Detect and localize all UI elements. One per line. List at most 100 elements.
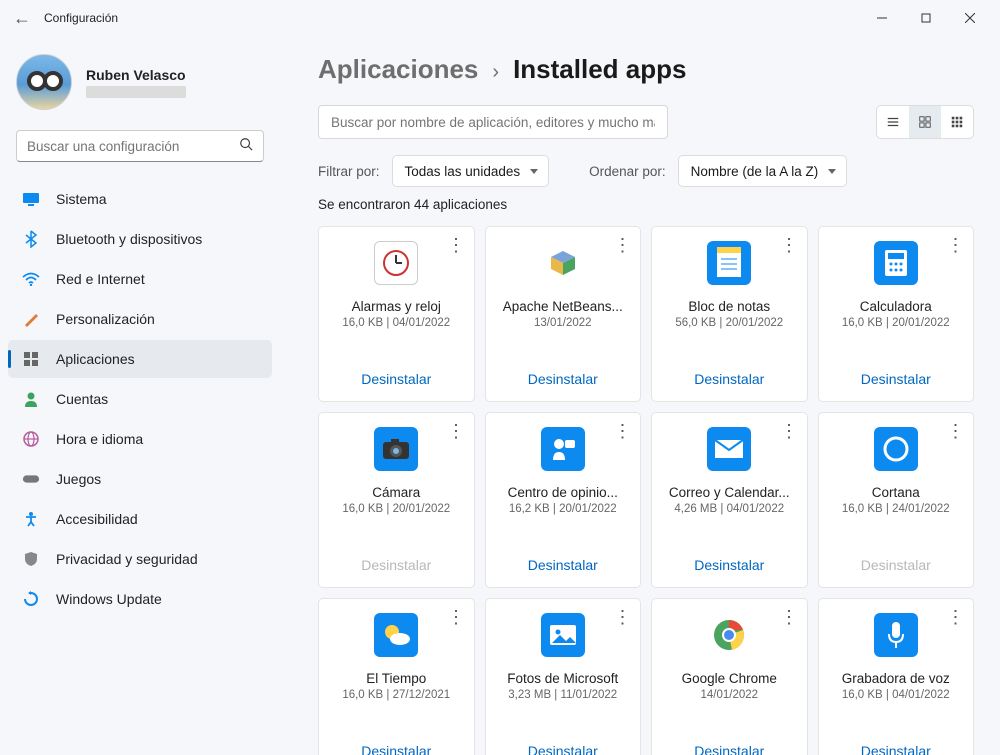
uninstall-button[interactable]: Desinstalar [361, 371, 431, 387]
app-name: El Tiempo [327, 671, 466, 686]
profile-name: Ruben Velasco [86, 67, 186, 83]
display-icon [22, 190, 40, 208]
sidebar-item-label: Hora e idioma [56, 431, 143, 447]
app-card[interactable]: ⋮ Cámara 16,0 KB | 20/01/2022 Desinstalar [318, 412, 475, 588]
wifi-icon [22, 270, 40, 288]
profile[interactable]: Ruben Velasco [8, 50, 272, 130]
more-options-button[interactable]: ⋮ [612, 421, 632, 442]
app-card[interactable]: ⋮Fotos de Microsoft3,23 MB | 11/01/2022D… [485, 598, 642, 755]
app-icon [374, 613, 418, 657]
more-options-button[interactable]: ⋮ [612, 235, 632, 256]
game-icon [22, 470, 40, 488]
uninstall-button: Desinstalar [361, 557, 431, 573]
more-options-button[interactable]: ⋮ [779, 607, 799, 628]
sidebar-item-brush[interactable]: Personalización [8, 300, 272, 338]
app-meta: 13/01/2022 [534, 317, 592, 329]
more-options-button[interactable]: ⋮ [779, 421, 799, 442]
breadcrumb-parent[interactable]: Aplicaciones [318, 54, 478, 85]
app-card[interactable]: ⋮Cortana16,0 KB | 24/01/2022Desinstalar [818, 412, 975, 588]
sidebar-item-label: Windows Update [56, 591, 162, 607]
app-search[interactable] [318, 105, 668, 139]
sidebar-item-game[interactable]: Juegos [8, 460, 272, 498]
view-grid-small-button[interactable] [941, 106, 973, 138]
breadcrumb: Aplicaciones › Installed apps [318, 54, 974, 85]
app-card[interactable]: ⋮ Alarmas y reloj 16,0 KB | 04/01/2022 Desi… [318, 226, 475, 402]
sidebar-item-label: Juegos [56, 471, 101, 487]
app-card[interactable]: ⋮El Tiempo16,0 KB | 27/12/2021Desinstala… [318, 598, 475, 755]
titlebar: ← Configuración [0, 0, 1000, 36]
sidebar-item-label: Cuentas [56, 391, 108, 407]
more-options-button[interactable]: ⋮ [446, 235, 466, 256]
view-grid-medium-button[interactable] [909, 106, 941, 138]
sidebar-item-shield[interactable]: Privacidad y seguridad [8, 540, 272, 578]
back-button[interactable]: ← [8, 4, 36, 32]
minimize-button[interactable] [860, 4, 904, 32]
uninstall-button[interactable]: Desinstalar [528, 371, 598, 387]
view-list-button[interactable] [877, 106, 909, 138]
toolbar [318, 105, 974, 139]
app-icon [707, 613, 751, 657]
sidebar-item-access[interactable]: Accesibilidad [8, 500, 272, 538]
app-icon [707, 241, 751, 285]
uninstall-button[interactable]: Desinstalar [861, 371, 931, 387]
more-options-button[interactable]: ⋮ [945, 421, 965, 442]
app-card[interactable]: ⋮ Apache NetBeans... 13/01/2022 Desinstalar [485, 226, 642, 402]
app-card[interactable]: ⋮Bloc de notas56,0 KB | 20/01/2022Desins… [651, 226, 808, 402]
app-icon [874, 427, 918, 471]
app-card[interactable]: ⋮Correo y Calendar...4,26 MB | 04/01/202… [651, 412, 808, 588]
app-meta: 16,0 KB | 20/01/2022 [342, 503, 450, 515]
more-options-button[interactable]: ⋮ [945, 607, 965, 628]
app-meta: 16,2 KB | 20/01/2022 [509, 503, 617, 515]
bluetooth-icon [22, 230, 40, 248]
sidebar-item-label: Personalización [56, 311, 155, 327]
page-title: Installed apps [513, 54, 686, 85]
app-card[interactable]: ⋮ Centro de opinio... 16,2 KB | 20/01/2022… [485, 412, 642, 588]
sidebar-item-wifi[interactable]: Red e Internet [8, 260, 272, 298]
more-options-button[interactable]: ⋮ [612, 607, 632, 628]
app-meta: 16,0 KB | 04/01/2022 [342, 317, 450, 329]
sort-by-select[interactable]: Nombre (de la A la Z) [678, 155, 848, 187]
uninstall-button: Desinstalar [861, 557, 931, 573]
filter-by-select[interactable]: Todas las unidades [392, 155, 550, 187]
maximize-button[interactable] [904, 4, 948, 32]
app-icon [541, 427, 585, 471]
app-name: Apache NetBeans... [494, 299, 633, 314]
more-options-button[interactable]: ⋮ [446, 421, 466, 442]
uninstall-button[interactable]: Desinstalar [694, 371, 764, 387]
more-options-button[interactable]: ⋮ [945, 235, 965, 256]
sidebar-item-bluetooth[interactable]: Bluetooth y dispositivos [8, 220, 272, 258]
app-name: Alarmas y reloj [327, 299, 466, 314]
close-button[interactable] [948, 4, 992, 32]
app-name: Centro de opinio... [494, 485, 633, 500]
settings-search-input[interactable] [27, 139, 239, 154]
app-name: Calculadora [827, 299, 966, 314]
app-card[interactable]: ⋮Grabadora de voz16,0 KB | 04/01/2022Des… [818, 598, 975, 755]
app-icon [707, 427, 751, 471]
sidebar-item-update[interactable]: Windows Update [8, 580, 272, 618]
app-name: Cámara [327, 485, 466, 500]
more-options-button[interactable]: ⋮ [779, 235, 799, 256]
sidebar-item-display[interactable]: Sistema [8, 180, 272, 218]
uninstall-button[interactable]: Desinstalar [694, 557, 764, 573]
app-meta: 16,0 KB | 20/01/2022 [842, 317, 950, 329]
app-icon [374, 427, 418, 471]
app-card[interactable]: ⋮Google Chrome14/01/2022Desinstalar [651, 598, 808, 755]
app-card[interactable]: ⋮ Calculadora 16,0 KB | 20/01/2022 Desinsta… [818, 226, 975, 402]
sidebar-item-globe[interactable]: Hora e idioma [8, 420, 272, 458]
sidebar-item-person[interactable]: Cuentas [8, 380, 272, 418]
profile-subtitle [86, 86, 186, 98]
uninstall-button[interactable]: Desinstalar [528, 557, 598, 573]
uninstall-button[interactable]: Desinstalar [861, 743, 931, 755]
uninstall-button[interactable]: Desinstalar [528, 743, 598, 755]
search-icon [239, 137, 253, 156]
more-options-button[interactable]: ⋮ [446, 607, 466, 628]
sidebar-item-label: Privacidad y seguridad [56, 551, 198, 567]
app-meta: 16,0 KB | 24/01/2022 [842, 503, 950, 515]
main: Aplicaciones › Installed apps Filtrar po… [280, 36, 1000, 755]
app-search-input[interactable] [331, 115, 655, 130]
sidebar-item-apps[interactable]: Aplicaciones [8, 340, 272, 378]
settings-search[interactable] [16, 130, 264, 162]
uninstall-button[interactable]: Desinstalar [694, 743, 764, 755]
app-icon [874, 613, 918, 657]
uninstall-button[interactable]: Desinstalar [361, 743, 431, 755]
